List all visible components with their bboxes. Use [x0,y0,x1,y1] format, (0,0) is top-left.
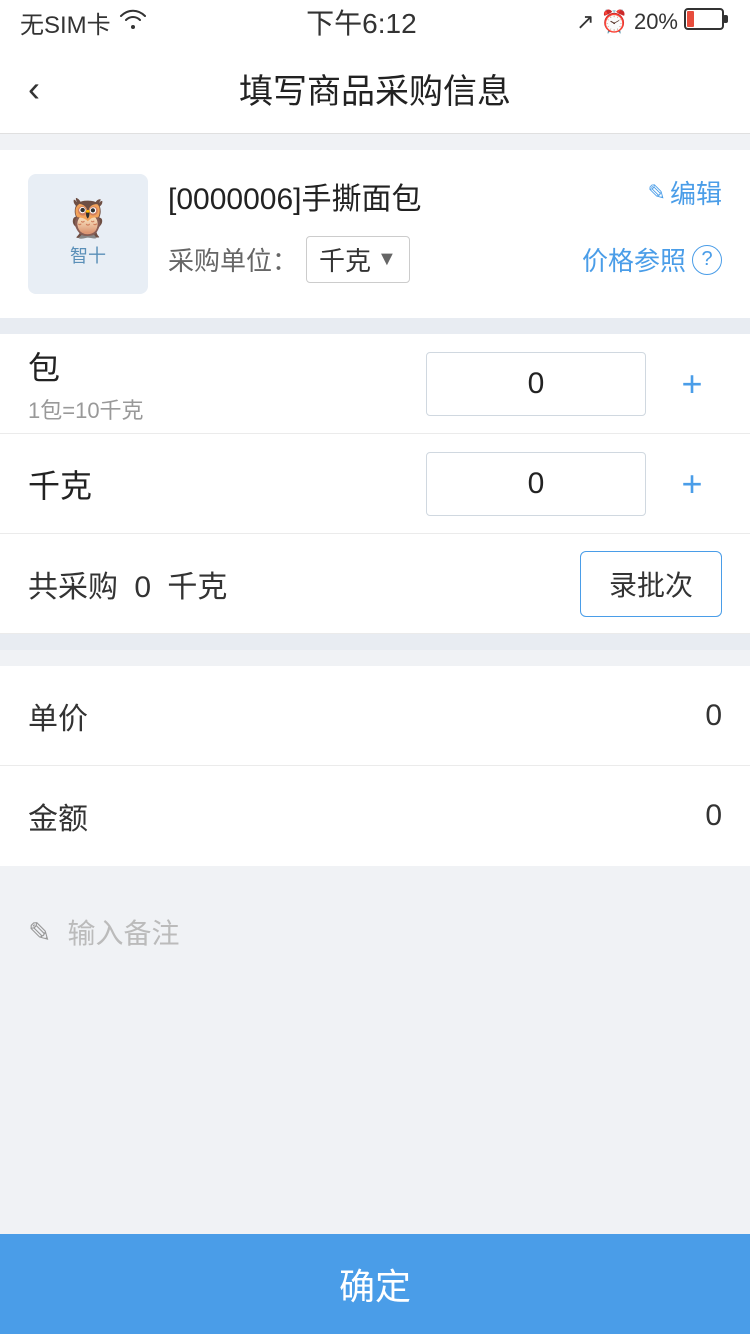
total-label: 共采购 [28,571,118,604]
kg-input-row: 千克 0 + [0,434,750,534]
record-batch-button[interactable]: 录批次 [580,551,722,617]
back-button[interactable]: ‹ [28,68,40,110]
bao-input[interactable]: 0 [426,352,646,416]
page-title: 填写商品采购信息 [239,64,511,113]
battery-icon [684,8,730,37]
unit-label: 采购单位： [168,241,298,278]
edit-label: 编辑 [670,174,722,211]
kg-value: 0 [528,467,545,501]
total-text: 共采购 0 千克 [28,562,227,606]
kg-label-group: 千克 [28,461,148,507]
product-card: 🦉 智十 [0000006]手撕面包 ✎ 编辑 采购单位： 千克 ▼ 价格参照 … [0,150,750,318]
unit-price-value: 0 [705,699,722,733]
bao-input-row: 包 1包=10千克 0 + [0,334,750,434]
battery-percent: 20% [634,9,678,35]
wifi-icon [119,8,147,36]
bao-plus-button[interactable]: + [662,354,722,414]
logo-text: 智十 [70,242,106,268]
bao-field-wrap: 0 + [148,352,722,416]
remark-section[interactable]: ✎ 输入备注 [0,882,750,982]
edit-button[interactable]: ✎ 编辑 [648,174,722,211]
carrier-text: 无SIM卡 [20,5,111,40]
info-section: 单价 0 金额 0 [0,666,750,866]
help-icon: ? [692,245,722,275]
separator-1 [0,318,750,334]
amount-row: 金额 0 [0,766,750,866]
total-unit: 千克 [167,571,227,604]
nav-bar: ‹ 填写商品采购信息 [0,44,750,134]
amount-label: 金额 [28,794,88,838]
owl-icon: 🦉 [64,200,111,238]
edit-icon: ✎ [648,180,666,206]
separator-2 [0,634,750,650]
bao-value: 0 [528,367,545,401]
price-ref-button[interactable]: 价格参照 ? [582,241,722,278]
kg-input[interactable]: 0 [426,452,646,516]
product-name: [0000006]手撕面包 [168,174,421,218]
remark-input[interactable]: 输入备注 [67,912,179,952]
bao-sublabel: 1包=10千克 [28,393,148,425]
kg-plus-button[interactable]: + [662,454,722,514]
status-time: 下午6:12 [306,2,417,42]
product-image: 🦉 智十 [28,174,148,294]
total-amount: 0 [134,571,151,604]
pencil-icon: ✎ [28,916,51,949]
alarm-icon: ⏰ [601,9,628,35]
chevron-down-icon: ▼ [377,248,397,271]
location-icon: ↗ [576,9,594,35]
unit-select[interactable]: 千克 ▼ [306,236,410,283]
kg-field-wrap: 0 + [148,452,722,516]
unit-price-row: 单价 0 [0,666,750,766]
bao-label-group: 包 1包=10千克 [28,343,148,425]
input-section: 包 1包=10千克 0 + 千克 0 + 共采购 0 千克 录批次 [0,334,750,634]
price-ref-label: 价格参照 [582,241,686,278]
product-info: [0000006]手撕面包 ✎ 编辑 采购单位： 千克 ▼ 价格参照 ? [168,174,722,283]
unit-price-label: 单价 [28,694,88,738]
bao-label: 包 [28,343,148,389]
product-logo: 🦉 智十 [48,194,128,274]
amount-value: 0 [705,799,722,833]
product-header: [0000006]手撕面包 ✎ 编辑 [168,174,722,218]
product-unit-row: 采购单位： 千克 ▼ 价格参照 ? [168,236,722,283]
total-row: 共采购 0 千克 录批次 [0,534,750,634]
confirm-button[interactable]: 确定 [0,1234,750,1334]
status-carrier: 无SIM卡 [20,5,147,40]
status-right-icons: ↗ ⏰ 20% [576,8,730,37]
kg-label: 千克 [28,461,148,507]
status-bar: 无SIM卡 下午6:12 ↗ ⏰ 20% [0,0,750,44]
unit-value: 千克 [319,241,371,278]
